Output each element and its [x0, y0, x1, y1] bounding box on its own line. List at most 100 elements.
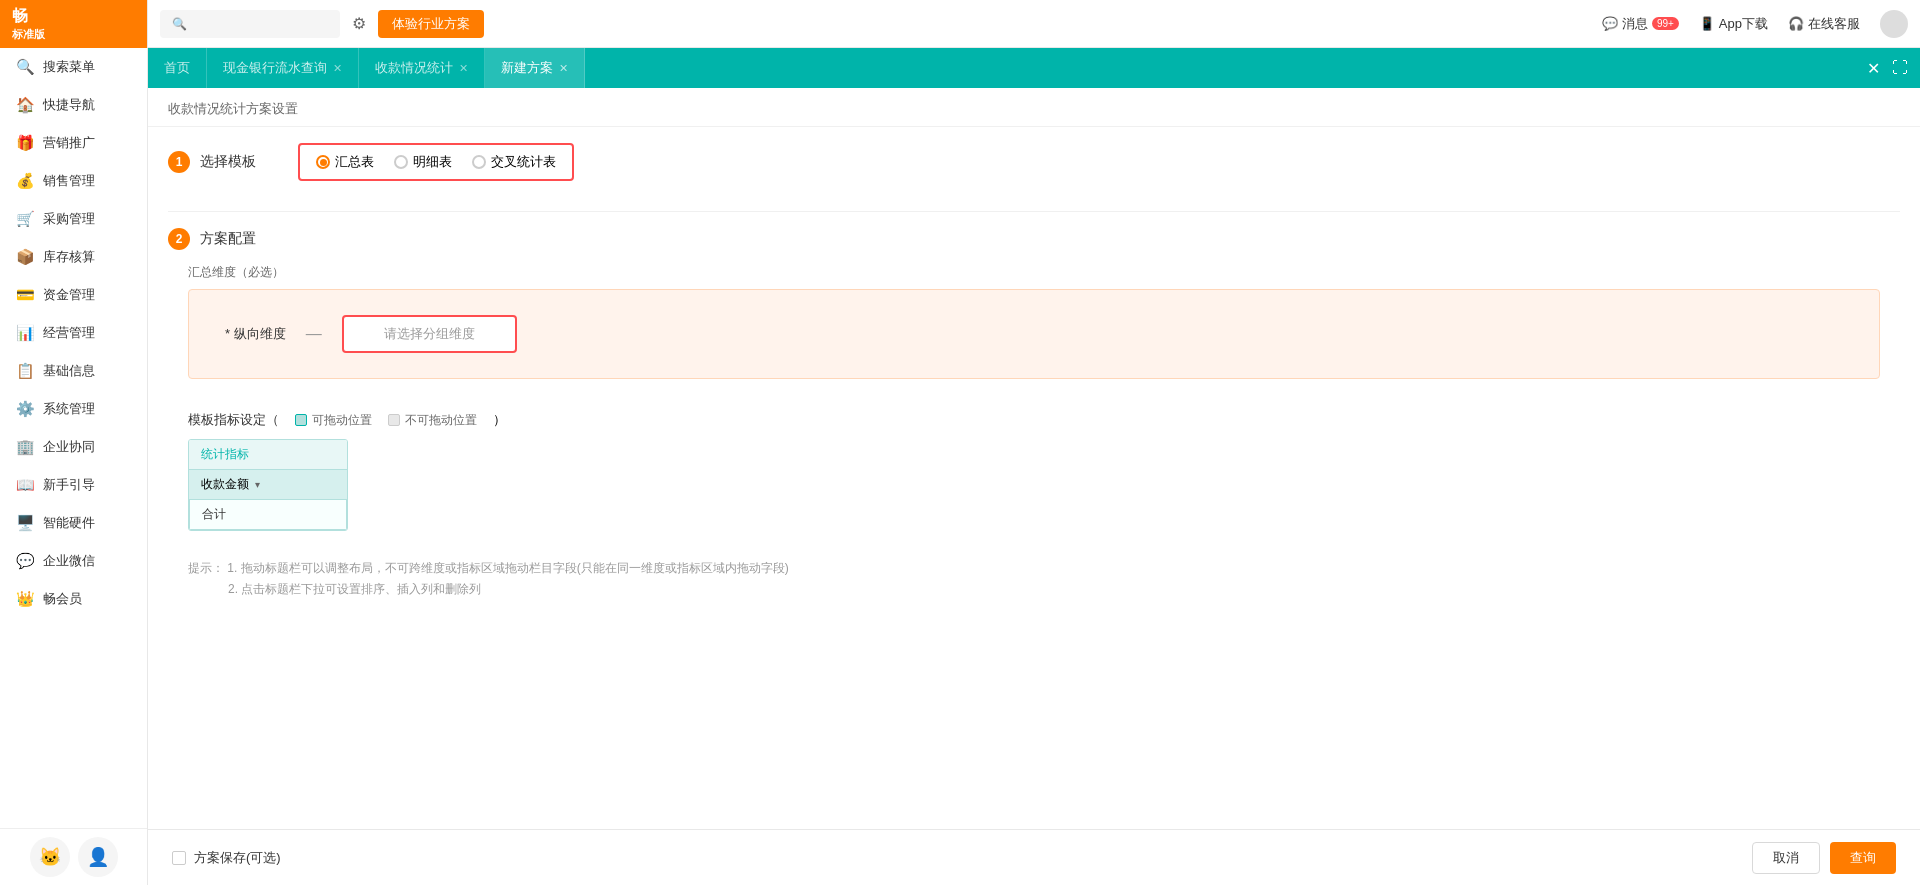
- indicator-table: 统计指标 收款金额 ▾ 合计: [188, 439, 348, 531]
- breadcrumb: 收款情况统计方案设置: [168, 101, 298, 116]
- download-btn[interactable]: 📱 App下载: [1699, 15, 1768, 33]
- sidebar-bottom: 🐱 👤: [0, 828, 147, 885]
- indicator-section: 模板指标设定（ 可拖动位置 不可拖动位置 ）: [168, 395, 1900, 550]
- tip-line1: 提示： 1. 拖动标题栏可以调整布局，不可跨维度或指标区域拖动栏目字段(只能在同…: [188, 560, 1880, 577]
- tab-new-plan[interactable]: 新建方案 ✕: [485, 48, 585, 88]
- main-area: 🔍 ⚙ 体验行业方案 💬 消息 99+ 📱 App下载 🎧 在线客服 首页: [148, 0, 1920, 885]
- close-window-icon[interactable]: ✕: [1867, 59, 1880, 78]
- save-label: 方案保存(可选): [194, 849, 281, 867]
- sidebar-item-wechat[interactable]: 💬 企业微信: [0, 542, 147, 580]
- step2-badge: 2: [168, 228, 190, 250]
- message-badge: 99+: [1652, 17, 1679, 30]
- tab-home[interactable]: 首页: [148, 48, 207, 88]
- unmoveable-dot: [388, 414, 400, 426]
- logo-text: 畅 标准版: [12, 6, 45, 42]
- book-icon: 📖: [16, 476, 35, 494]
- service-icon: 🎧: [1788, 16, 1804, 31]
- gift-icon: 🎁: [16, 134, 35, 152]
- sidebar-item-marketing[interactable]: 🎁 营销推广: [0, 124, 147, 162]
- sidebar-item-system[interactable]: ⚙️ 系统管理: [0, 390, 147, 428]
- dim-row: * 纵向维度 — 请选择分组维度: [209, 315, 517, 353]
- chat-icon: 💬: [16, 552, 35, 570]
- sidebar-item-guide[interactable]: 📖 新手引导: [0, 466, 147, 504]
- step1-title: 选择模板: [200, 153, 256, 171]
- sidebar-item-quick-nav[interactable]: 🏠 快捷导航: [0, 86, 147, 124]
- content: 收款情况统计方案设置 1 选择模板 汇总表 明细表: [148, 88, 1920, 885]
- search-icon: 🔍: [16, 58, 35, 76]
- step2-title: 方案配置: [200, 230, 256, 248]
- page-header: 收款情况统计方案设置: [148, 88, 1920, 127]
- step1-section: 1 选择模板 汇总表 明细表 交叉统计表: [148, 127, 1920, 211]
- tab-collection[interactable]: 收款情况统计 ✕: [359, 48, 485, 88]
- sidebar-item-finance[interactable]: 💳 资金管理: [0, 276, 147, 314]
- tips-section: 提示： 1. 拖动标题栏可以调整布局，不可跨维度或指标区域拖动栏目字段(只能在同…: [168, 550, 1900, 612]
- sidebar-logo: 畅 标准版: [0, 0, 147, 48]
- content-inner: 收款情况统计方案设置 1 选择模板 汇总表 明细表: [148, 88, 1920, 885]
- radio-detail[interactable]: 明细表: [394, 153, 452, 171]
- step2-header: 2 方案配置: [168, 228, 1900, 250]
- tab-bank-close[interactable]: ✕: [333, 62, 342, 75]
- card-icon: 💳: [16, 286, 35, 304]
- monitor-icon: 🖥️: [16, 514, 35, 532]
- sidebar-item-enterprise[interactable]: 🏢 企业协同: [0, 428, 147, 466]
- message-btn[interactable]: 💬 消息 99+: [1602, 15, 1679, 33]
- dimension-config: 汇总维度（必选） * 纵向维度 — 请选择分组维度: [168, 264, 1900, 395]
- tip-line2: 2. 点击标题栏下拉可设置排序、插入列和删除列: [188, 581, 1880, 598]
- cart-icon: 🛒: [16, 210, 35, 228]
- radio-cross-circle: [472, 155, 486, 169]
- save-checkbox[interactable]: [172, 851, 186, 865]
- home-icon: 🏠: [16, 96, 35, 114]
- dim-section-title: 汇总维度（必选）: [188, 264, 1880, 281]
- template-selection: 汇总表 明细表 交叉统计表: [298, 143, 574, 181]
- step1-badge: 1: [168, 151, 190, 173]
- sidebar-item-purchase[interactable]: 🛒 采购管理: [0, 200, 147, 238]
- indicator-tag-collection[interactable]: 收款金额 ▾: [189, 470, 347, 500]
- tab-bank[interactable]: 现金银行流水查询 ✕: [207, 48, 359, 88]
- topbar-right: 💬 消息 99+ 📱 App下载 🎧 在线客服: [1602, 10, 1908, 38]
- user-avatar[interactable]: [1880, 10, 1908, 38]
- sidebar-item-member[interactable]: 👑 畅会员: [0, 580, 147, 618]
- indicator-category-label: 统计指标: [189, 440, 347, 470]
- footer-btns: 取消 查询: [1752, 842, 1896, 874]
- tabbar-right: ✕ ⛶: [1855, 48, 1920, 88]
- sidebar-item-base[interactable]: 📋 基础信息: [0, 352, 147, 390]
- sidebar-item-sales[interactable]: 💰 销售管理: [0, 162, 147, 200]
- indicator-subtotal: 合计: [189, 500, 347, 530]
- clipboard-icon: 📋: [16, 362, 35, 380]
- download-icon: 📱: [1699, 16, 1715, 31]
- arrow-icon: —: [306, 325, 322, 343]
- indicator-section-label: 模板指标设定（: [188, 411, 279, 429]
- gear-icon: ⚙️: [16, 400, 35, 418]
- building-icon: 🏢: [16, 438, 35, 456]
- dim-select[interactable]: 请选择分组维度: [342, 315, 517, 353]
- radio-cross[interactable]: 交叉统计表: [472, 153, 556, 171]
- sidebar-bottom-btn-1[interactable]: 🐱: [30, 837, 70, 877]
- sidebar-item-operations[interactable]: 📊 经营管理: [0, 314, 147, 352]
- search-icon: 🔍: [172, 17, 187, 31]
- sidebar-item-search[interactable]: 🔍 搜索菜单: [0, 48, 147, 86]
- query-button[interactable]: 查询: [1830, 842, 1896, 874]
- maximize-icon[interactable]: ⛶: [1892, 59, 1908, 77]
- cancel-button[interactable]: 取消: [1752, 842, 1820, 874]
- footer: 方案保存(可选) 取消 查询: [148, 829, 1920, 885]
- indicator-legend: 模板指标设定（ 可拖动位置 不可拖动位置 ）: [188, 411, 1880, 429]
- sidebar-item-inventory[interactable]: 📦 库存核算: [0, 238, 147, 276]
- chart-icon: 📊: [16, 324, 35, 342]
- tab-new-plan-close[interactable]: ✕: [559, 62, 568, 75]
- sidebar-item-hardware[interactable]: 🖥️ 智能硬件: [0, 504, 147, 542]
- crown-icon: 👑: [16, 590, 35, 608]
- step2-section: 2 方案配置 汇总维度（必选） * 纵向维度 — 请选择分组维度: [148, 212, 1920, 628]
- topbar-search[interactable]: 🔍: [160, 10, 340, 38]
- radio-summary[interactable]: 汇总表: [316, 153, 374, 171]
- industry-btn[interactable]: 体验行业方案: [378, 10, 484, 38]
- tab-collection-close[interactable]: ✕: [459, 62, 468, 75]
- dimension-area: * 纵向维度 — 请选择分组维度: [188, 289, 1880, 379]
- step1-header: 1 选择模板 汇总表 明细表 交叉统计表: [168, 143, 1900, 181]
- moveable-dot: [295, 414, 307, 426]
- row-label: * 纵向维度: [225, 325, 286, 343]
- settings-icon[interactable]: ⚙: [352, 14, 366, 33]
- footer-save-area: 方案保存(可选): [172, 849, 281, 867]
- legend-moveable: 可拖动位置: [295, 412, 372, 429]
- sidebar-bottom-btn-2[interactable]: 👤: [78, 837, 118, 877]
- service-btn[interactable]: 🎧 在线客服: [1788, 15, 1860, 33]
